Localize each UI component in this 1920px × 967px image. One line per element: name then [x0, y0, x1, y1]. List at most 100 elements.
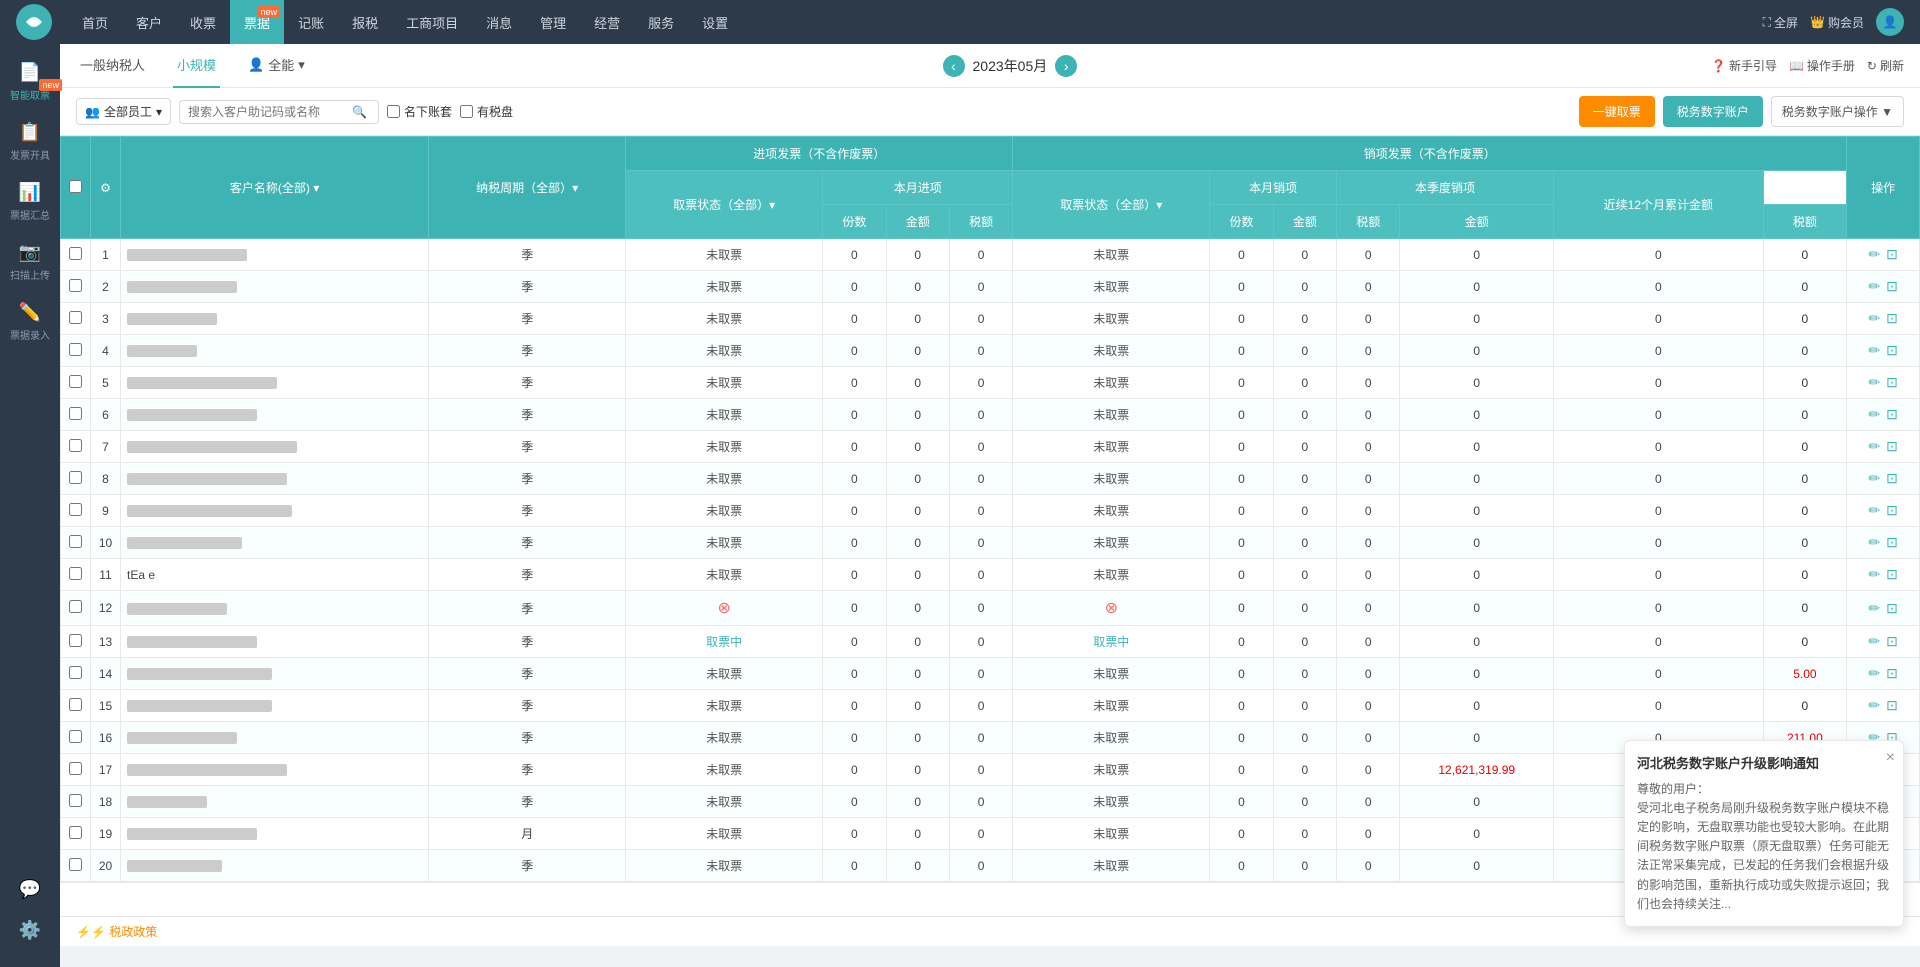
row-checkbox[interactable]	[69, 666, 82, 679]
one-click-button[interactable]: 一键取票	[1579, 96, 1655, 127]
notification-close-button[interactable]: ×	[1886, 749, 1895, 767]
row-checkbox[interactable]	[69, 794, 82, 807]
qtr-tax-cell: 0	[1554, 690, 1764, 722]
manual-button[interactable]: 📖 操作手册	[1789, 57, 1855, 74]
row-checkbox[interactable]	[69, 826, 82, 839]
copy-icon[interactable]: ⊡	[1886, 310, 1898, 327]
row-checkbox[interactable]	[69, 279, 82, 292]
row-checkbox[interactable]	[69, 375, 82, 388]
row-checkbox[interactable]	[69, 503, 82, 516]
row-checkbox[interactable]	[69, 439, 82, 452]
copy-icon[interactable]: ⊡	[1886, 534, 1898, 551]
out-status-filter[interactable]: ▾	[1156, 198, 1162, 212]
in-status-cell: 未取票	[626, 690, 823, 722]
copy-icon[interactable]: ⊡	[1886, 342, 1898, 359]
refresh-button[interactable]: ↻ 刷新	[1867, 57, 1904, 74]
cycle-filter-icon[interactable]: ▾	[572, 181, 578, 195]
nav-customer[interactable]: 客户	[122, 0, 176, 44]
sidebar-item-ticket-entry[interactable]: ✏️ 票据录入	[0, 292, 60, 352]
row-checkbox[interactable]	[69, 535, 82, 548]
nav-service[interactable]: 服务	[634, 0, 688, 44]
sidebar-item-scan-upload[interactable]: 📷 扫描上传	[0, 232, 60, 292]
client-name-cell	[121, 690, 429, 722]
new-guide-button[interactable]: ❓ 新手引导	[1711, 57, 1777, 74]
edit-icon[interactable]: ✏	[1868, 600, 1880, 617]
sidebar-item-smart-ticket[interactable]: 📄 智能取票 new	[0, 52, 60, 112]
copy-icon[interactable]: ⊡	[1886, 470, 1898, 487]
copy-icon[interactable]: ⊡	[1886, 278, 1898, 295]
tab-general-taxpayer[interactable]: 一般纳税人	[76, 44, 149, 88]
row-checkbox[interactable]	[69, 407, 82, 420]
copy-icon[interactable]: ⊡	[1886, 566, 1898, 583]
nav-settings[interactable]: 设置	[688, 0, 742, 44]
edit-icon[interactable]: ✏	[1868, 406, 1880, 423]
nav-invoice[interactable]: 票据 new	[230, 0, 284, 44]
next-period-button[interactable]: ›	[1055, 55, 1077, 77]
nav-tax[interactable]: 报税	[338, 0, 392, 44]
row-checkbox[interactable]	[69, 247, 82, 260]
copy-icon[interactable]: ⊡	[1886, 600, 1898, 617]
sidebar-item-help[interactable]: 💬	[19, 869, 41, 910]
row-checkbox[interactable]	[69, 730, 82, 743]
prev-period-button[interactable]: ‹	[943, 55, 965, 77]
copy-icon[interactable]: ⊡	[1886, 246, 1898, 263]
edit-icon[interactable]: ✏	[1868, 566, 1880, 583]
sidebar-item-settings[interactable]: ⚙️	[19, 910, 41, 951]
row-checkbox[interactable]	[69, 698, 82, 711]
copy-icon[interactable]: ⊡	[1886, 502, 1898, 519]
logo[interactable]	[16, 4, 52, 40]
digital-account-ops-button[interactable]: 税务数字账户操作 ▼	[1771, 96, 1904, 127]
edit-icon[interactable]: ✏	[1868, 438, 1880, 455]
row-checkbox[interactable]	[69, 634, 82, 647]
nav-business[interactable]: 工商项目	[392, 0, 472, 44]
edit-icon[interactable]: ✏	[1868, 246, 1880, 263]
row-checkbox[interactable]	[69, 858, 82, 871]
copy-icon[interactable]: ⊡	[1886, 374, 1898, 391]
fullscreen-button[interactable]: ⛶ 全屏	[1763, 14, 1798, 31]
nav-bookkeeping[interactable]: 记账	[284, 0, 338, 44]
edit-icon[interactable]: ✏	[1868, 342, 1880, 359]
settings-col-icon[interactable]: ⚙	[100, 181, 111, 195]
select-all-checkbox[interactable]	[69, 180, 82, 193]
tab-all[interactable]: 👤 全能 ▾	[244, 44, 309, 88]
digital-account-button[interactable]: 税务数字账户	[1663, 96, 1763, 127]
edit-icon[interactable]: ✏	[1868, 310, 1880, 327]
edit-icon[interactable]: ✏	[1868, 470, 1880, 487]
user-avatar[interactable]: 👤	[1876, 8, 1904, 36]
edit-icon[interactable]: ✏	[1868, 665, 1880, 682]
edit-icon[interactable]: ✏	[1868, 502, 1880, 519]
edit-icon[interactable]: ✏	[1868, 697, 1880, 714]
copy-icon[interactable]: ⊡	[1886, 633, 1898, 650]
nav-message[interactable]: 消息	[472, 0, 526, 44]
row-checkbox[interactable]	[69, 311, 82, 324]
sidebar-item-invoice-summary[interactable]: 📊 票据汇总	[0, 172, 60, 232]
employee-select[interactable]: 👥 全部员工 ▾	[76, 98, 171, 125]
copy-icon[interactable]: ⊡	[1886, 438, 1898, 455]
in-status-filter[interactable]: ▾	[769, 198, 775, 212]
row-checkbox[interactable]	[69, 600, 82, 613]
nav-home[interactable]: 首页	[68, 0, 122, 44]
search-icon[interactable]: 🔍	[352, 105, 367, 119]
sidebar-item-invoice-open[interactable]: 📋 发票开具	[0, 112, 60, 172]
nav-receive[interactable]: 收票	[176, 0, 230, 44]
tab-small-scale[interactable]: 小规模	[173, 44, 220, 88]
row-checkbox[interactable]	[69, 762, 82, 775]
edit-icon[interactable]: ✏	[1868, 278, 1880, 295]
not-fetched-status: 未取票	[1093, 859, 1129, 873]
edit-icon[interactable]: ✏	[1868, 633, 1880, 650]
has-taxbox-checkbox[interactable]: 有税盘	[460, 103, 513, 120]
nav-manage[interactable]: 管理	[526, 0, 580, 44]
filter-icon[interactable]: ▾	[313, 181, 319, 195]
copy-icon[interactable]: ⊡	[1886, 665, 1898, 682]
copy-icon[interactable]: ⊡	[1886, 406, 1898, 423]
row-checkbox[interactable]	[69, 567, 82, 580]
row-checkbox[interactable]	[69, 343, 82, 356]
edit-icon[interactable]: ✏	[1868, 374, 1880, 391]
under-account-checkbox[interactable]: 名下账套	[387, 103, 452, 120]
copy-icon[interactable]: ⊡	[1886, 697, 1898, 714]
member-button[interactable]: 👑 购会员	[1810, 14, 1864, 31]
nav-operation[interactable]: 经营	[580, 0, 634, 44]
edit-icon[interactable]: ✏	[1868, 534, 1880, 551]
row-checkbox[interactable]	[69, 471, 82, 484]
search-input[interactable]	[188, 105, 348, 119]
